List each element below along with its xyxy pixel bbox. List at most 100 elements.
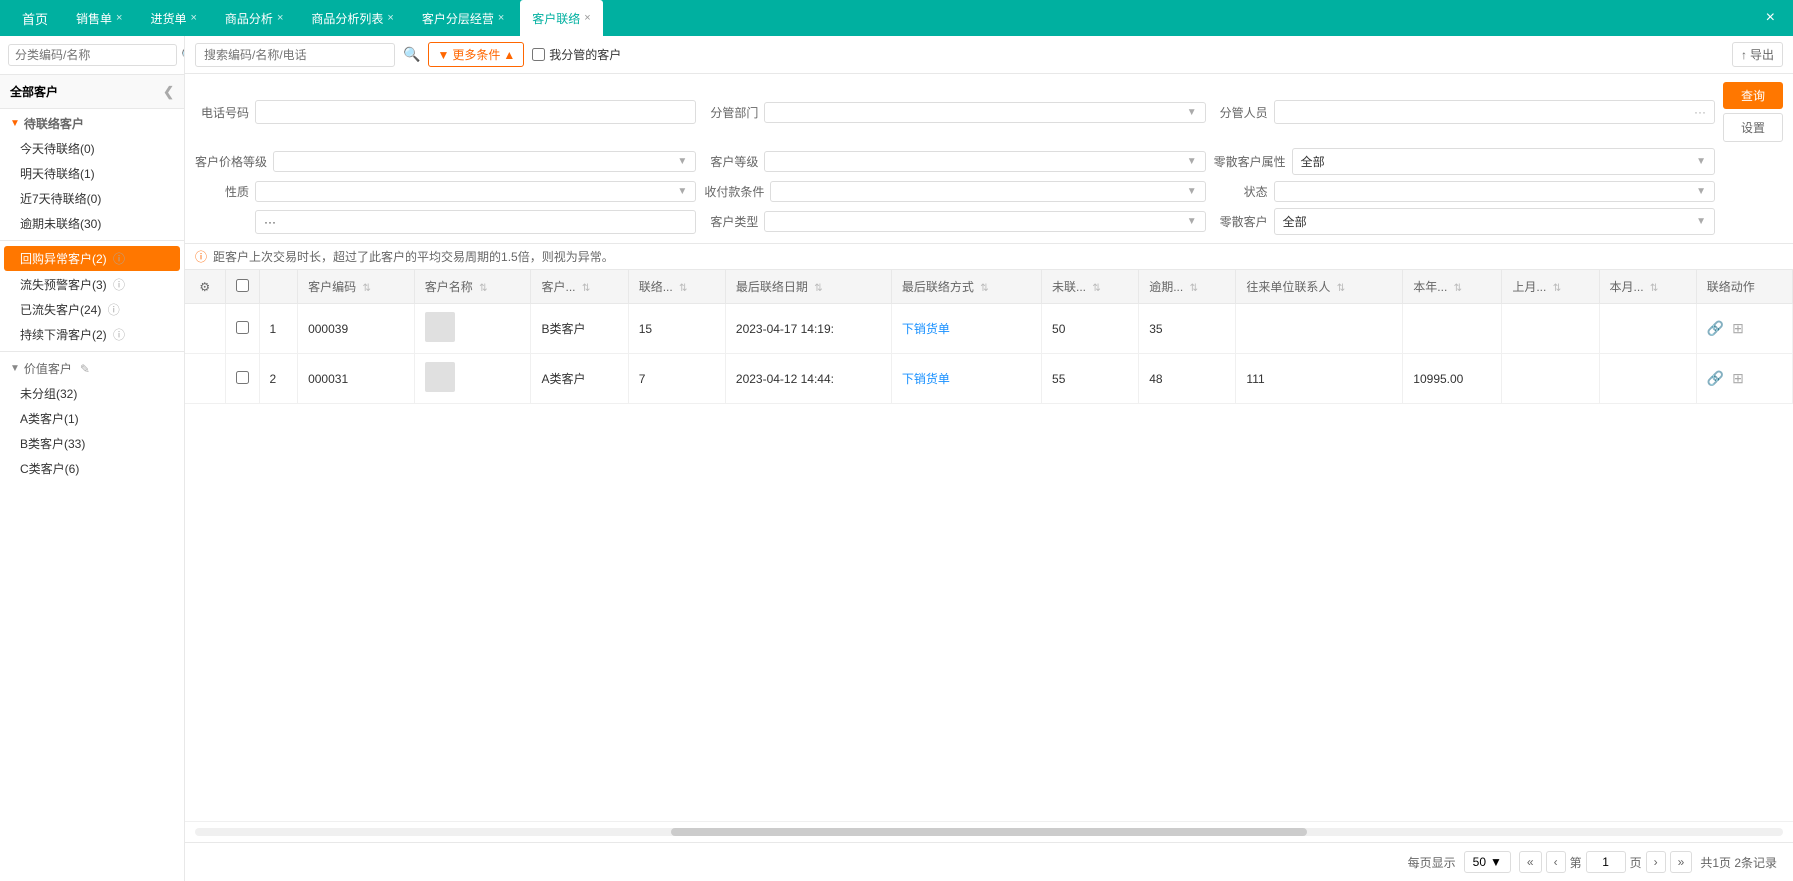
filter-customer-type-field: 客户类型 ▼ [704, 211, 1205, 232]
value-group-edit-icon[interactable]: ✎ [80, 362, 90, 376]
sidebar-collapse-icon[interactable]: ❮ [163, 84, 174, 100]
row2-link-icon[interactable]: 🔗 [1707, 370, 1724, 387]
col-name[interactable]: 客户名称 ⇅ [414, 270, 531, 304]
filter-search-icon[interactable]: 🔍 [403, 46, 420, 63]
close-all-button[interactable]: × [1758, 7, 1783, 29]
payment-select[interactable]: ▼ [770, 181, 1205, 202]
row1-contacts [1236, 304, 1403, 354]
col-last-date[interactable]: 最后联络日期 ⇅ [725, 270, 891, 304]
row1-name[interactable] [414, 304, 531, 354]
row1-code[interactable]: 000039 [298, 304, 415, 354]
customer-grade-select[interactable]: ▼ [764, 151, 1205, 172]
manager-dots[interactable]: ··· [1694, 105, 1706, 119]
nav-tab-customer-segment[interactable]: 客户分层经营 × [410, 0, 516, 36]
page-number-input[interactable] [1586, 851, 1626, 873]
col-this-month[interactable]: 本月... ⇅ [1599, 270, 1696, 304]
retail-attr-select[interactable]: 全部 ▼ [1292, 148, 1715, 175]
row1-this-year [1403, 304, 1502, 354]
manager-select[interactable]: ··· [1274, 100, 1715, 124]
sidebar-item-today[interactable]: 今天待联络(0) [0, 136, 184, 161]
per-page-select[interactable]: 50 ▼ [1464, 851, 1511, 873]
col-unpaid[interactable]: 未联... ⇅ [1042, 270, 1139, 304]
sidebar-item-class-a[interactable]: A类客户(1) [0, 406, 184, 431]
nav-tab-customer-contact[interactable]: 客户联络 × [520, 0, 602, 36]
all-customers-header[interactable]: 全部客户 ❮ [0, 75, 184, 109]
export-button[interactable]: ↑ 导出 [1732, 42, 1783, 67]
row2-name[interactable] [414, 354, 531, 404]
nav-tab-product-analysis[interactable]: 商品分析 × [213, 0, 295, 36]
dept-select[interactable]: ▼ [764, 102, 1205, 123]
row1-settings [185, 304, 225, 354]
nav-tab-product-list[interactable]: 商品分析列表 × [299, 0, 405, 36]
horizontal-scrollbar[interactable] [185, 821, 1793, 842]
sidebar-item-unclassified[interactable]: 未分组(32) [0, 381, 184, 406]
close-contact-tab[interactable]: × [584, 12, 590, 24]
export-label: 导出 [1750, 46, 1774, 63]
sidebar-item-tomorrow[interactable]: 明天待联络(1) [0, 161, 184, 186]
phone-input[interactable] [255, 100, 696, 124]
retail-customer-select[interactable]: 全部 ▼ [1274, 208, 1715, 235]
row1-last-method[interactable]: 下销货单 [891, 304, 1041, 354]
col-contact[interactable]: 联络... ⇅ [628, 270, 725, 304]
query-button[interactable]: 查询 [1723, 82, 1783, 109]
close-purchase-tab[interactable]: × [190, 12, 196, 24]
row2-grid-icon[interactable]: ⊞ [1732, 370, 1744, 387]
col-last-method[interactable]: 最后联络方式 ⇅ [891, 270, 1041, 304]
sidebar-search-input[interactable] [8, 44, 177, 66]
row2-select-checkbox[interactable] [236, 371, 249, 384]
col-contacts[interactable]: 往来单位联系人 ⇅ [1236, 270, 1403, 304]
scroll-track[interactable] [195, 828, 1783, 836]
close-product-list-tab[interactable]: × [387, 12, 393, 24]
col-overdue[interactable]: 逾期... ⇅ [1139, 270, 1236, 304]
sidebar-item-class-c[interactable]: C类客户(6) [0, 456, 184, 481]
col-last-month[interactable]: 上月... ⇅ [1502, 270, 1599, 304]
row2-last-method[interactable]: 下销货单 [891, 354, 1041, 404]
nature-arrow: ▼ [677, 186, 687, 197]
nav-tab-purchase[interactable]: 进货单 × [138, 0, 208, 36]
first-page-button[interactable]: « [1519, 851, 1542, 873]
my-customers-checkbox-label[interactable]: 我分管的客户 [532, 46, 621, 63]
value-customer-group[interactable]: ▼ 价值客户 ✎ [0, 356, 184, 381]
row2-avatar [425, 362, 455, 392]
sidebar-item-overdue[interactable]: 逾期未联络(30) [0, 211, 184, 236]
row1-select-checkbox[interactable] [236, 321, 249, 334]
row1-grid-icon[interactable]: ⊞ [1732, 320, 1744, 337]
prev-page-button[interactable]: ‹ [1546, 851, 1566, 873]
sidebar-item-class-b[interactable]: B类客户(33) [0, 431, 184, 456]
nav-tab-sales[interactable]: 销售单 × [64, 0, 134, 36]
col-code[interactable]: 客户编码 ⇅ [298, 270, 415, 304]
close-segment-tab[interactable]: × [498, 12, 504, 24]
more-conditions-button[interactable]: ▼ 更多条件 ▲ [428, 42, 524, 67]
price-grade-select[interactable]: ▼ [273, 151, 696, 172]
row2-action-icons: 🔗 ⊞ [1707, 370, 1782, 387]
row2-code[interactable]: 000031 [298, 354, 415, 404]
col-settings[interactable]: ⚙ [185, 270, 225, 304]
nature-select[interactable]: ▼ [255, 181, 696, 202]
close-product-tab[interactable]: × [277, 12, 283, 24]
my-customers-checkbox[interactable] [532, 48, 545, 61]
sidebar-item-7days[interactable]: 近7天待联络(0) [0, 186, 184, 211]
sidebar-item-repurchase-abnormal[interactable]: 回购异常客户(2) ⓘ [4, 246, 180, 271]
col-type[interactable]: 客户... ⇅ [531, 270, 628, 304]
scroll-thumb[interactable] [671, 828, 1306, 836]
customer-type-select[interactable]: ▼ [764, 211, 1205, 232]
sidebar-item-churn-warning[interactable]: 流失预警客户(3) ⓘ [0, 272, 184, 297]
settings-button[interactable]: 设置 [1723, 113, 1783, 142]
sidebar-item-churned[interactable]: 已流失客户(24) ⓘ [0, 297, 184, 322]
select-all-checkbox[interactable] [236, 279, 249, 292]
col-this-year[interactable]: 本年... ⇅ [1403, 270, 1502, 304]
next-page-button[interactable]: › [1646, 851, 1666, 873]
row1-link-icon[interactable]: 🔗 [1707, 320, 1724, 337]
table-container[interactable]: ⚙ 客户编码 ⇅ 客户名称 ⇅ [185, 270, 1793, 821]
filter-phone-field: 电话号码 [195, 100, 696, 124]
dots-select[interactable]: ··· [255, 210, 696, 234]
nav-tab-home[interactable]: 首页 [10, 5, 60, 32]
content-area: 🔍 ▼ 更多条件 ▲ 我分管的客户 ↑ 导出 电话号码 [185, 36, 1793, 881]
last-page-button[interactable]: » [1670, 851, 1693, 873]
sidebar-item-declining[interactable]: 持续下滑客户(2) ⓘ [0, 322, 184, 347]
pending-contact-group[interactable]: ▼ 待联络客户 [0, 109, 184, 136]
filter-search-input[interactable] [195, 43, 395, 67]
churn-warning-info-icon: ⓘ [113, 278, 125, 292]
status-select[interactable]: ▼ [1274, 181, 1715, 202]
close-sales-tab[interactable]: × [116, 12, 122, 24]
